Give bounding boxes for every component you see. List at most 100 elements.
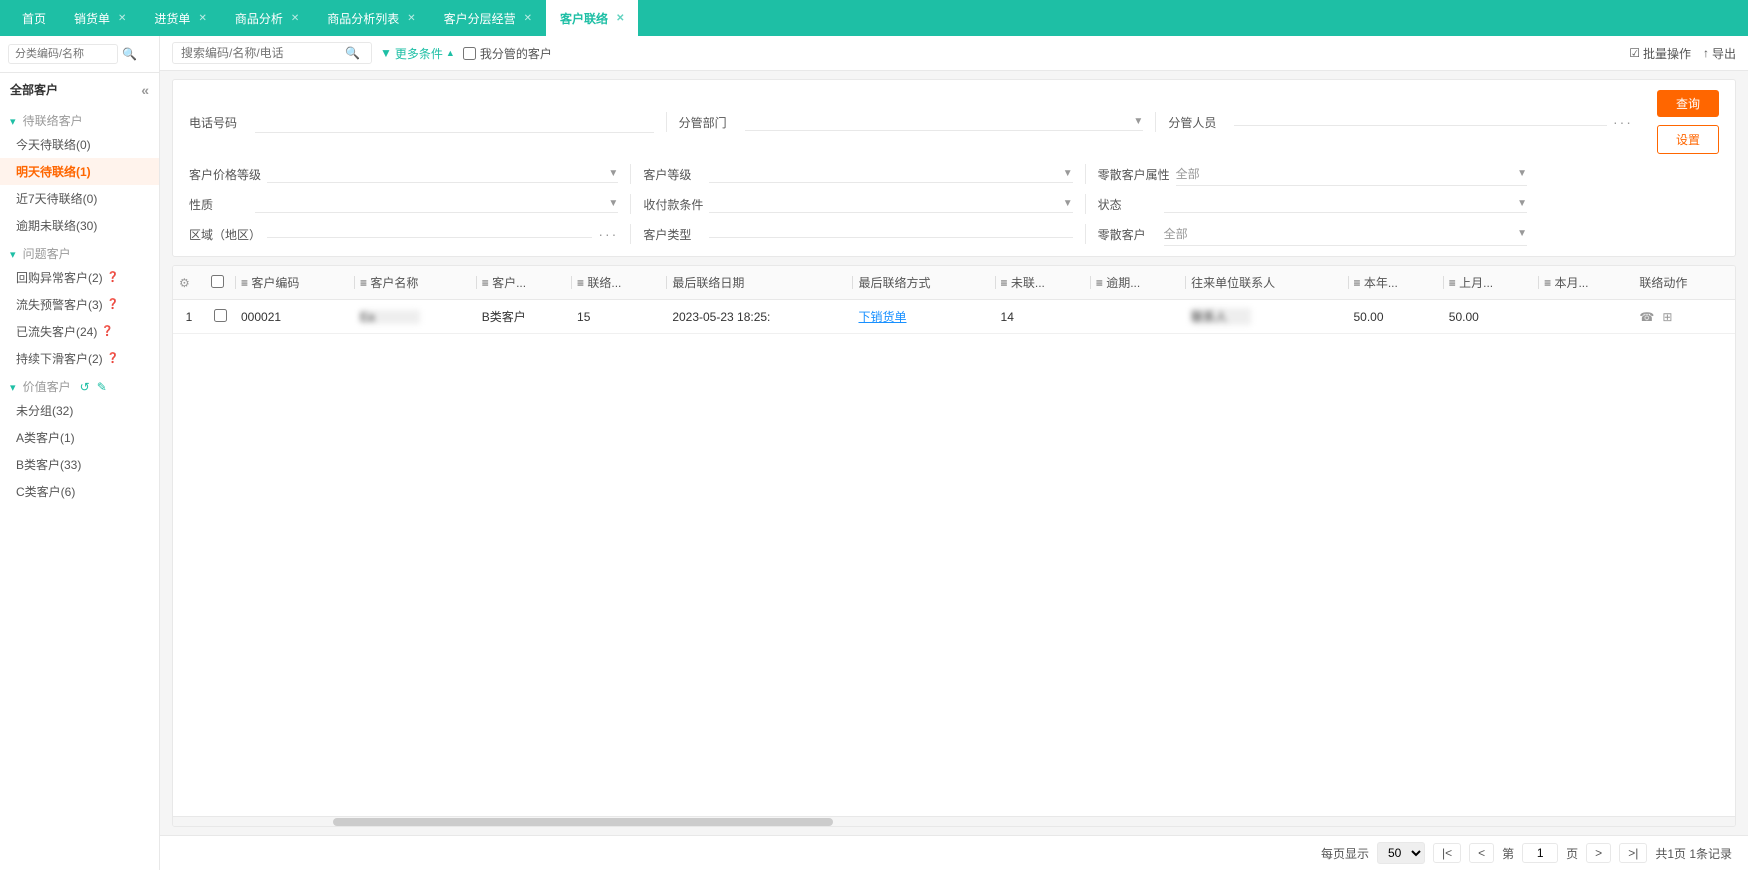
status-chevron-icon: ▼ xyxy=(1517,198,1527,209)
sidebar-item-tomorrow-contact[interactable]: 明天待联络(1) xyxy=(0,158,159,185)
toolbar-search-box: 🔍 xyxy=(172,42,372,64)
divider-1 xyxy=(666,112,667,132)
toolbar-search-input[interactable] xyxy=(181,46,341,60)
export-icon: ↑ xyxy=(1703,46,1709,60)
scroll-bar-thumb[interactable] xyxy=(333,818,833,826)
nav-home[interactable]: 首页 xyxy=(8,0,60,36)
col-last-contact-method: 最后联络方式 xyxy=(852,266,994,300)
row-overdue xyxy=(1090,300,1185,334)
nav-close-segment[interactable]: ✕ xyxy=(524,13,532,24)
sidebar-search-icon[interactable]: 🔍 xyxy=(122,47,137,61)
setting-btn[interactable]: 设置 xyxy=(1657,125,1719,154)
sidebar-item-churn-warning[interactable]: 流失预警客户(3) ❓ xyxy=(0,291,159,318)
sidebar-item-today-contact[interactable]: 今天待联络(0) xyxy=(0,131,159,158)
bulk-op-btn[interactable]: ☑ 批量操作 xyxy=(1629,45,1691,62)
sidebar-search-area: 🔍 xyxy=(0,36,159,73)
filter-phone-input[interactable] xyxy=(255,112,654,133)
divider-7 xyxy=(630,224,631,244)
help-icon-1[interactable]: ❓ xyxy=(107,299,119,310)
select-all-checkbox[interactable] xyxy=(211,275,224,288)
filter-retail-customer: 零散客户 全部 ▼ xyxy=(1098,222,1527,246)
filter-dept-select[interactable]: ▼ xyxy=(745,113,1144,131)
filter-value-level-select[interactable]: ▼ xyxy=(267,165,618,183)
col-overdue: ≡ 逾期... xyxy=(1090,266,1185,300)
content-area: 🔍 ▼ 更多条件 ▲ 我分管的客户 ☑ 批量操作 ↑ 导出 xyxy=(160,36,1748,870)
next-page-btn[interactable]: > xyxy=(1586,843,1611,863)
sidebar-item-repurchase-abnormal[interactable]: 回购异常客户(2) ❓ xyxy=(0,264,159,291)
sidebar-all-customers[interactable]: 全部客户 « xyxy=(0,73,159,106)
sidebar-item-7days-contact[interactable]: 近7天待联络(0) xyxy=(0,185,159,212)
nav-close-product-analysis[interactable]: ✕ xyxy=(291,13,299,24)
export-btn[interactable]: ↑ 导出 xyxy=(1703,45,1736,62)
more-conditions-btn[interactable]: ▼ 更多条件 ▲ xyxy=(380,45,455,62)
per-page-select[interactable]: 50 xyxy=(1377,842,1425,864)
nav-close-purchase[interactable]: ✕ xyxy=(198,13,206,24)
action-more-icon[interactable]: ⊞ xyxy=(1662,310,1672,324)
filter-manager-input xyxy=(1234,119,1607,126)
filter-region-value xyxy=(267,231,592,238)
sidebar-search-input[interactable] xyxy=(8,44,118,64)
row-unlisted: 14 xyxy=(995,300,1090,334)
last-method-link[interactable]: 下销货单 xyxy=(858,310,906,324)
my-customers-checkbox[interactable]: 我分管的客户 xyxy=(463,45,552,62)
col-checkbox xyxy=(205,266,235,300)
filter-payment-select[interactable]: ▼ xyxy=(709,195,1072,213)
sidebar-item-class-b[interactable]: B类客户(33) xyxy=(0,451,159,478)
retail-attr-chevron-icon: ▼ xyxy=(1517,168,1527,179)
sidebar: 🔍 全部客户 « 待联络客户 今天待联络(0) 明天待联络(1) 近7天待联络(… xyxy=(0,36,160,870)
region-dots-icon[interactable]: ··· xyxy=(598,226,618,242)
row-last-date: 2023-05-23 18:25: xyxy=(666,300,852,334)
toolbar: 🔍 ▼ 更多条件 ▲ 我分管的客户 ☑ 批量操作 ↑ 导出 xyxy=(160,36,1748,71)
help-icon-0[interactable]: ❓ xyxy=(107,272,119,283)
col-this-year: ≡ 本年... xyxy=(1348,266,1443,300)
value-edit-icon[interactable]: ✎ xyxy=(97,380,107,394)
page-input[interactable] xyxy=(1522,843,1558,863)
col-last-month: ≡ 上月... xyxy=(1443,266,1538,300)
blurred-contact: 联系人 xyxy=(1191,308,1251,325)
col-this-month: ≡ 本月... xyxy=(1538,266,1633,300)
sidebar-item-class-a[interactable]: A类客户(1) xyxy=(0,424,159,451)
sidebar-item-ungrouped[interactable]: 未分组(32) xyxy=(0,397,159,424)
filter-customer-value-level: 客户价格等级 ▼ xyxy=(189,165,618,183)
nav-sales-order[interactable]: 销货单 ✕ xyxy=(60,0,140,36)
action-contact-icon[interactable]: ☎ xyxy=(1639,310,1654,324)
nav-customer-segment[interactable]: 客户分层经营 ✕ xyxy=(430,0,546,36)
nav-close-contact[interactable]: ✕ xyxy=(616,13,624,24)
filter-level-select[interactable]: ▼ xyxy=(709,165,1072,183)
help-icon-2[interactable]: ❓ xyxy=(101,326,113,337)
collapse-icon: « xyxy=(141,82,149,98)
col-customer-type: ≡ 客户... xyxy=(476,266,571,300)
filter-row-1: 电话号码 分管部门 ▼ 分管人员 ··· xyxy=(189,90,1719,154)
nav-close-sales-order[interactable]: ✕ xyxy=(118,13,126,24)
nav-purchase-order[interactable]: 进货单 ✕ xyxy=(140,0,220,36)
table-gear-icon[interactable]: ⚙ xyxy=(179,276,190,290)
sidebar-item-declining[interactable]: 持续下滑客户(2) ❓ xyxy=(0,345,159,372)
row-this-year: 50.00 xyxy=(1348,300,1443,334)
filter-gender-select[interactable]: ▼ xyxy=(255,195,618,213)
sidebar-item-overdue-contact[interactable]: 逾期未联络(30) xyxy=(0,212,159,239)
level-chevron-icon: ▼ xyxy=(1063,168,1073,179)
nav-close-product-list[interactable]: ✕ xyxy=(407,13,415,24)
manager-dots-icon[interactable]: ··· xyxy=(1613,114,1633,130)
query-btn[interactable]: 查询 xyxy=(1657,90,1719,117)
nav-product-analysis[interactable]: 商品分析 ✕ xyxy=(221,0,313,36)
help-icon-3[interactable]: ❓ xyxy=(107,353,119,364)
nav-customer-contact[interactable]: 客户联络 ✕ xyxy=(546,0,638,36)
toolbar-search-icon[interactable]: 🔍 xyxy=(345,46,360,60)
nav-product-analysis-list[interactable]: 商品分析列表 ✕ xyxy=(313,0,429,36)
filter-retail-customer-select[interactable]: 全部 ▼ xyxy=(1164,222,1527,246)
first-page-btn[interactable]: |< xyxy=(1433,843,1461,863)
prev-page-btn[interactable]: < xyxy=(1469,843,1494,863)
last-page-btn[interactable]: >| xyxy=(1619,843,1647,863)
filter-status-select[interactable]: ▼ xyxy=(1164,195,1527,213)
row-checkbox[interactable] xyxy=(214,309,227,322)
value-refresh-icon[interactable]: ↺ xyxy=(80,380,90,394)
row-customer-type: B类客户 xyxy=(476,300,571,334)
filter-retail-attr-select[interactable]: 全部 ▼ xyxy=(1176,162,1527,186)
col-last-contact-date: 最后联络日期 xyxy=(666,266,852,300)
filter-customer-type-select[interactable] xyxy=(709,231,1072,238)
sidebar-item-churned[interactable]: 已流失客户(24) ❓ xyxy=(0,318,159,345)
sidebar-item-class-c[interactable]: C类客户(6) xyxy=(0,478,159,505)
col-actions: 联络动作 xyxy=(1633,266,1735,300)
my-customers-check[interactable] xyxy=(463,47,476,60)
